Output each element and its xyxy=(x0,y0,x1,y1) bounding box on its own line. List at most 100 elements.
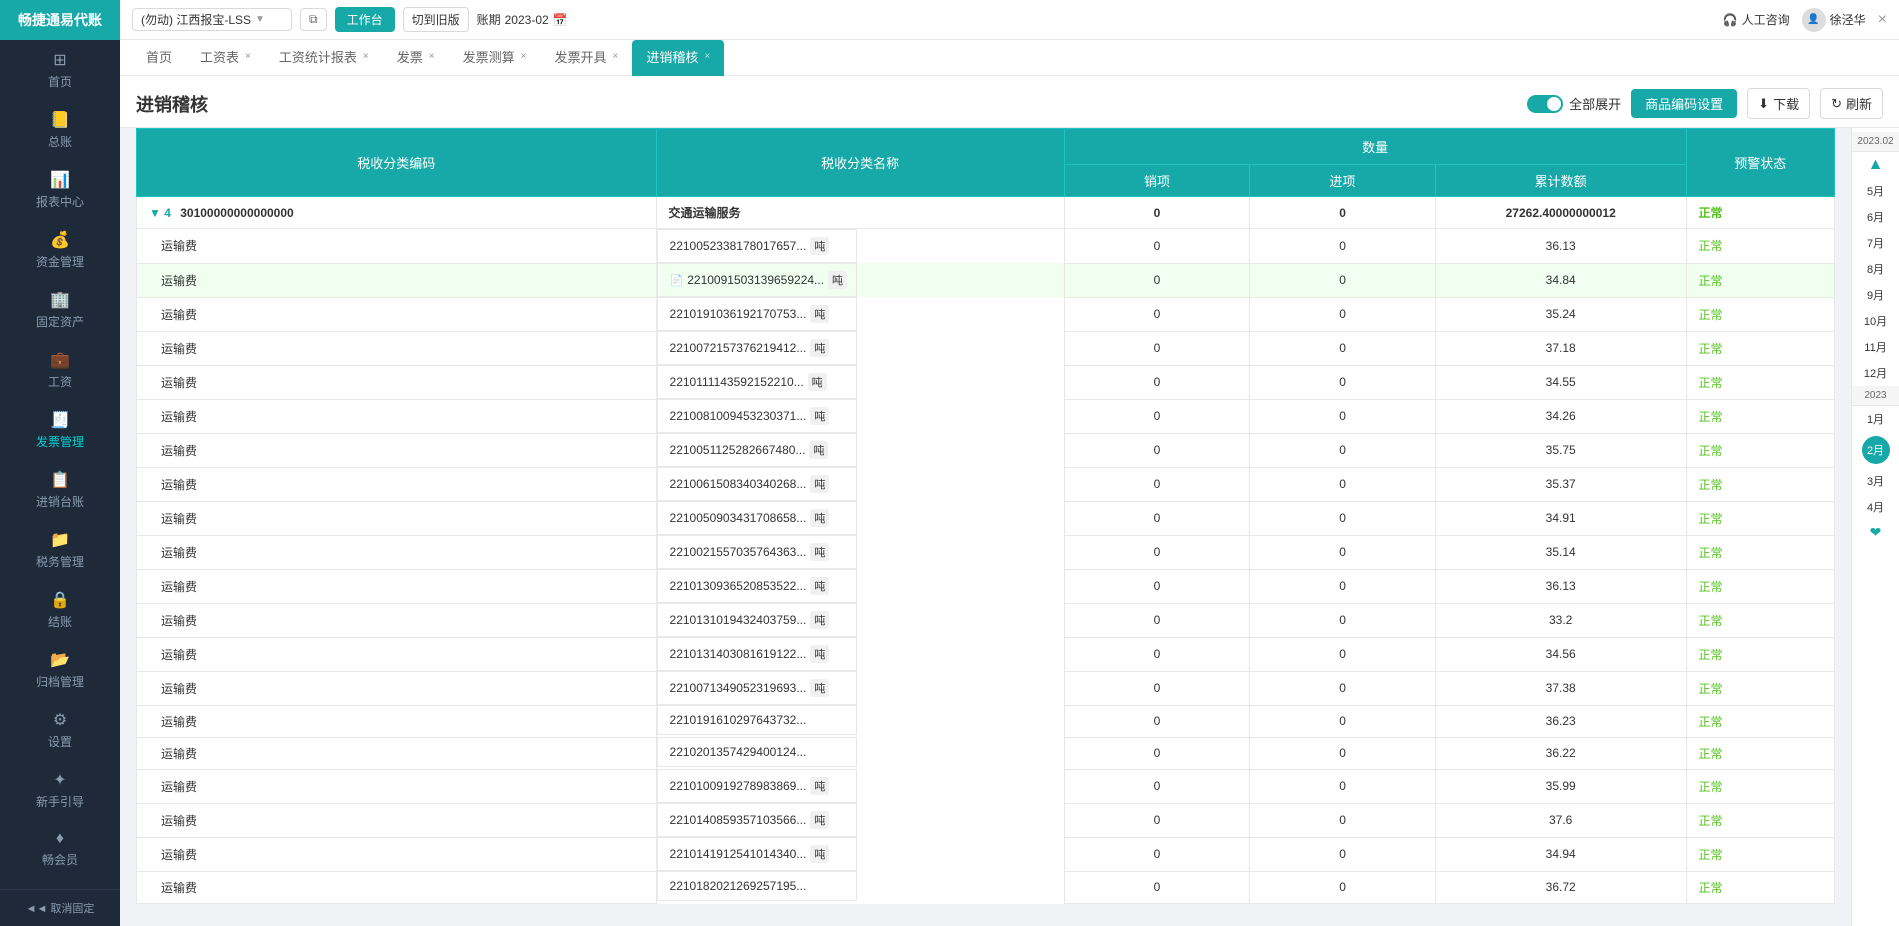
sidebar-item-label: 归档管理 xyxy=(36,673,84,690)
sidebar-item-tax-mgmt[interactable]: 📁 税务管理 xyxy=(0,520,120,580)
unit-badge: 吨 xyxy=(810,339,829,357)
cal-month-7[interactable]: 7月 xyxy=(1852,230,1899,256)
cal-month-4[interactable]: 4月 xyxy=(1852,494,1899,520)
toggle-track[interactable] xyxy=(1527,95,1563,113)
th-status: 预警状态 xyxy=(1686,129,1834,197)
table-container[interactable]: 税收分类编码 税收分类名称 数量 预警状态 销项 进项 累计数额 xyxy=(120,128,1851,926)
invoice-code: 2210071349052319693... xyxy=(670,681,807,695)
item-purchase: 0 xyxy=(1250,837,1436,871)
sidebar-item-reports[interactable]: 📊 报表中心 xyxy=(0,160,120,220)
item-name: 运输费 xyxy=(161,780,197,794)
sidebar-item-assets[interactable]: 🏢 固定资产 xyxy=(0,280,120,340)
tab-home[interactable]: 首页 xyxy=(132,40,186,76)
sidebar-item-home[interactable]: ⊞ 首页 xyxy=(0,40,120,100)
cal-month-10[interactable]: 10月 xyxy=(1852,308,1899,334)
assets-icon: 🏢 xyxy=(50,290,70,310)
settings-button[interactable]: 商品编码设置 xyxy=(1631,89,1737,118)
sidebar-item-label: 新手引导 xyxy=(36,793,84,810)
tab-purchase-sale-close[interactable]: × xyxy=(704,51,710,62)
item-status: 正常 xyxy=(1686,467,1834,501)
cal-month-12[interactable]: 12月 xyxy=(1852,360,1899,386)
tab-salary-stats-close[interactable]: × xyxy=(363,51,369,62)
sidebar-item-label: 固定资产 xyxy=(36,313,84,330)
item-status: 正常 xyxy=(1686,365,1834,399)
item-name: 运输费 xyxy=(161,410,197,424)
cal-up-nav[interactable]: ▲ xyxy=(1864,152,1888,178)
sidebar-item-invoice-mgmt[interactable]: 🧾 发票管理 xyxy=(0,400,120,460)
cal-month-1[interactable]: 1月 xyxy=(1852,406,1899,432)
item-total: 36.72 xyxy=(1435,871,1686,903)
tab-invoice-open-close[interactable]: × xyxy=(612,51,618,62)
expand-toggle[interactable]: 全部展开 xyxy=(1527,94,1621,113)
item-name: 运输费 xyxy=(161,580,197,594)
item-status: 正常 xyxy=(1686,705,1834,737)
closing-icon: 🔒 xyxy=(50,590,70,610)
item-status: 正常 xyxy=(1686,769,1834,803)
sidebar-item-member[interactable]: ♦ 畅会员 xyxy=(0,820,120,878)
item-status: 正常 xyxy=(1686,737,1834,769)
item-status: 正常 xyxy=(1686,297,1834,331)
cal-month-11[interactable]: 11月 xyxy=(1852,334,1899,360)
main-area: (勿动) 江西报宝-LSS ▼ ⧉ 工作台 切到旧版 账期 2023-02 📅 … xyxy=(120,0,1899,926)
table-row: 运输费 xyxy=(137,769,657,803)
tab-invoice-calc-close[interactable]: × xyxy=(521,51,527,62)
sidebar-item-funds[interactable]: 💰 资金管理 xyxy=(0,220,120,280)
item-code: 2210191610297643732... xyxy=(657,705,857,735)
service-button[interactable]: 🎧 人工咨询 xyxy=(1723,11,1790,28)
cal-month-6[interactable]: 6月 xyxy=(1852,204,1899,230)
sidebar-item-guide[interactable]: ✦ 新手引导 xyxy=(0,760,120,820)
sidebar-item-salary[interactable]: 💼 工资 xyxy=(0,340,120,400)
unit-badge: 吨 xyxy=(810,645,829,663)
sidebar-expand-icon[interactable]: ❤ xyxy=(1866,520,1886,545)
th-tax-name: 税收分类名称 xyxy=(656,129,1064,197)
item-sale: 0 xyxy=(1064,837,1250,871)
sidebar-item-archive[interactable]: 📂 归档管理 xyxy=(0,640,120,700)
close-icon[interactable]: × xyxy=(1878,11,1887,29)
tab-invoice[interactable]: 发票 × xyxy=(383,40,449,76)
company-selector[interactable]: (勿动) 江西报宝-LSS ▼ xyxy=(132,8,292,31)
th-sale: 销项 xyxy=(1064,165,1250,197)
app-logo: 畅捷通易代账 xyxy=(0,0,120,40)
workspace-button[interactable]: 工作台 xyxy=(335,7,395,32)
refresh-button[interactable]: ↻ 刷新 xyxy=(1820,88,1883,119)
cal-month-9[interactable]: 9月 xyxy=(1852,282,1899,308)
sidebar-item-label: 畅会员 xyxy=(42,851,78,868)
refresh-icon: ↻ xyxy=(1831,96,1842,112)
sidebar-item-settings[interactable]: ⚙ 设置 xyxy=(0,700,120,760)
cal-month-5[interactable]: 5月 xyxy=(1852,178,1899,204)
download-button[interactable]: ⬇ 下载 xyxy=(1747,88,1810,119)
invoice-code: 2210021557035764363... xyxy=(670,545,807,559)
item-sale: 0 xyxy=(1064,501,1250,535)
copy-button[interactable]: ⧉ xyxy=(300,8,327,31)
item-total: 36.13 xyxy=(1435,569,1686,603)
tab-salary-stats[interactable]: 工资统计报表 × xyxy=(265,40,383,76)
tab-purchase-sale[interactable]: 进销稽核 × xyxy=(632,40,724,76)
cal-month-3[interactable]: 3月 xyxy=(1852,468,1899,494)
invoice-code: 2210201357429400124... xyxy=(670,745,807,759)
data-table: 税收分类编码 税收分类名称 数量 预警状态 销项 进项 累计数额 xyxy=(136,128,1835,904)
item-purchase: 0 xyxy=(1250,331,1436,365)
cal-month-2-active[interactable]: 2月 xyxy=(1862,436,1890,464)
item-status: 正常 xyxy=(1686,803,1834,837)
invoice-code: 2210140859357103566... xyxy=(670,813,807,827)
switch-version-button[interactable]: 切到旧版 xyxy=(403,7,469,32)
item-sale: 0 xyxy=(1064,229,1250,264)
sidebar-item-sale-ledger[interactable]: 📋 进销台账 xyxy=(0,460,120,520)
tab-invoice-open[interactable]: 发票开具 × xyxy=(540,40,632,76)
pin-toggle[interactable]: ◄◄ 取消固定 xyxy=(0,889,120,926)
tab-salary-close[interactable]: × xyxy=(245,51,251,62)
period-value: 2023-02 xyxy=(505,13,549,27)
sidebar-item-closing[interactable]: 🔒 结账 xyxy=(0,580,120,640)
table-row: 运输费 xyxy=(137,501,657,535)
item-purchase: 0 xyxy=(1250,501,1436,535)
sidebar-item-ledger[interactable]: 📒 总账 xyxy=(0,100,120,160)
tab-salary[interactable]: 工资表 × xyxy=(186,40,265,76)
calendar-icon[interactable]: 📅 xyxy=(553,13,568,27)
item-name: 运输费 xyxy=(161,376,197,390)
tab-invoice-close[interactable]: × xyxy=(429,51,435,62)
tab-invoice-calc-label: 发票测算 xyxy=(463,47,515,66)
cal-month-8[interactable]: 8月 xyxy=(1852,256,1899,282)
tax-mgmt-icon: 📁 xyxy=(50,530,70,550)
collapse-icon[interactable]: ▼ 4 xyxy=(149,206,171,220)
tab-invoice-calc[interactable]: 发票测算 × xyxy=(449,40,541,76)
